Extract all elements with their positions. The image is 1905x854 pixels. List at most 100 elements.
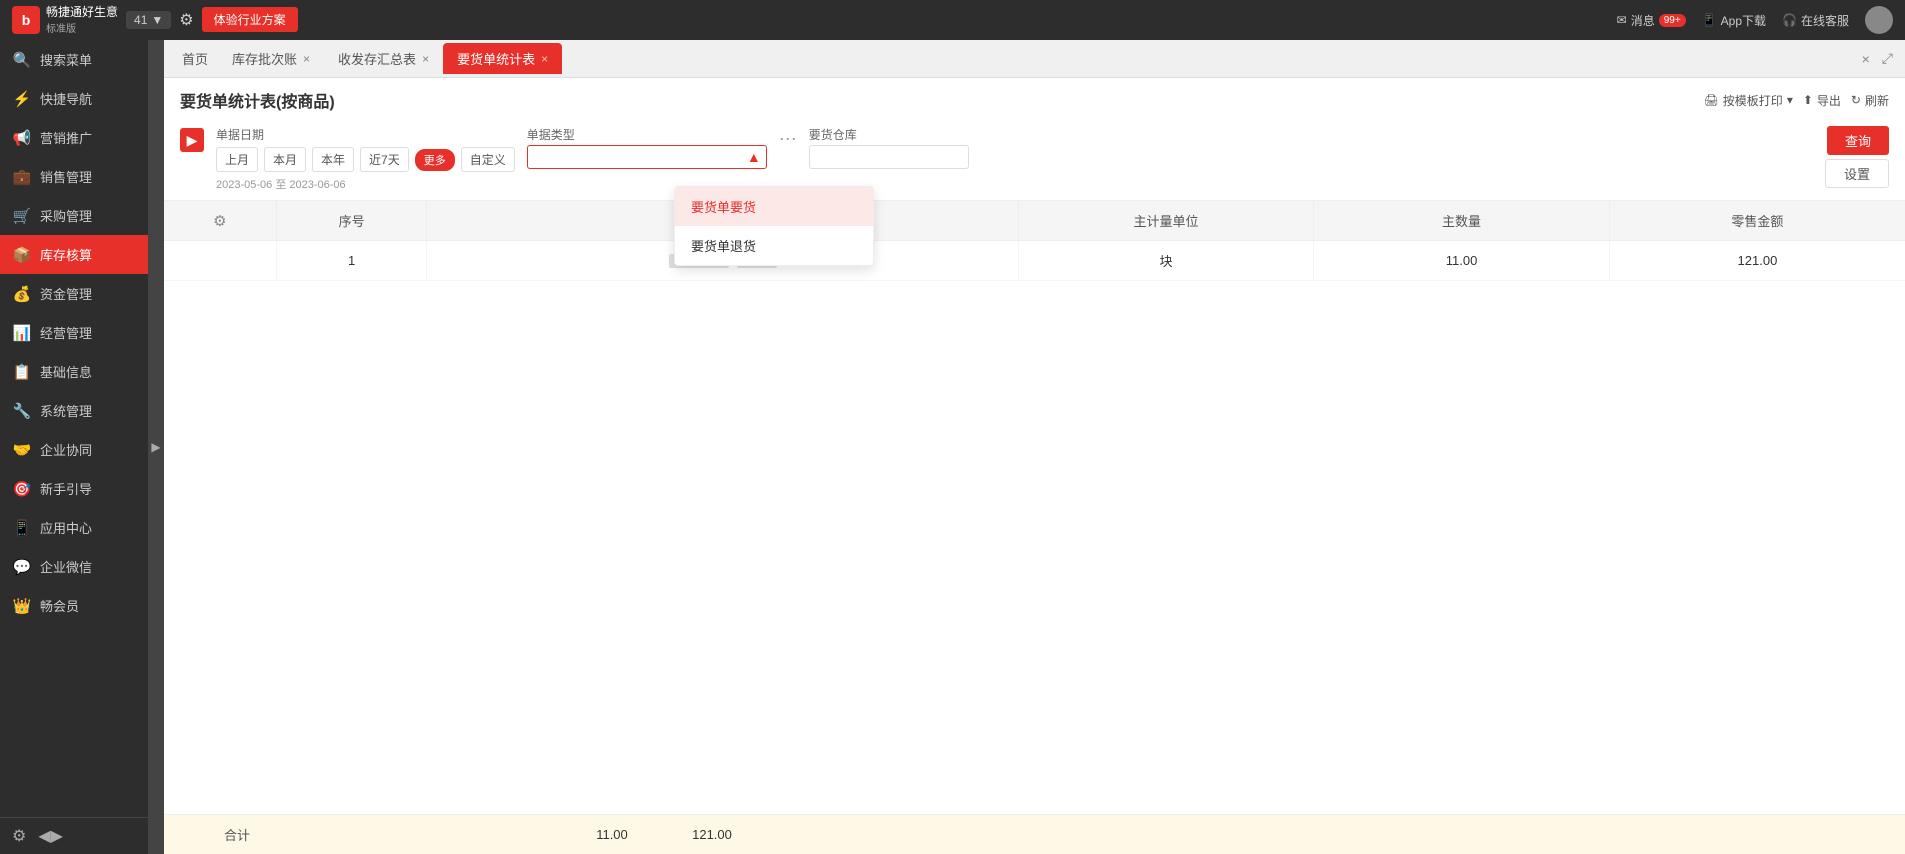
filter-settings-btn[interactable]: 设置 (1825, 159, 1889, 188)
sidebar-item-search[interactable]: 🔍 搜索菜单 (0, 40, 148, 79)
sidebar-nav: 🔍 搜索菜单 ⚡ 快捷导航 📢 营销推广 💼 销售管理 🛒 采购管理 📦 库存核… (0, 40, 148, 625)
purchase-icon: 🛒 (12, 207, 32, 225)
table-container: ⚙ 序号 商品 主计量单位 主数量 零售金额 1 (164, 201, 1905, 814)
td-index-0: 1 (276, 241, 427, 281)
sidebar-settings-icon[interactable]: ⚙ (12, 826, 26, 846)
th-amount: 零售金额 (1609, 201, 1905, 241)
table-row: 1 块 11.00 121.00 (164, 241, 1905, 281)
sidebar: 🔍 搜索菜单 ⚡ 快捷导航 📢 营销推广 💼 销售管理 🛒 采购管理 📦 库存核… (0, 40, 148, 854)
logo-area: b 畅捷通好生意 标准版 (12, 5, 118, 34)
sidebar-bottom: ⚙ ◀▶ (0, 817, 148, 854)
sidebar-item-label-basic-info: 基础信息 (40, 362, 92, 381)
filter-expand-btn[interactable]: ▶ (180, 128, 204, 152)
print-chevron-down-icon: ▾ (1787, 93, 1793, 107)
tab-order-summary[interactable]: 要货单统计表 × (443, 43, 562, 74)
sidebar-item-marketing[interactable]: 📢 营销推广 (0, 118, 148, 157)
tab-close-receivable[interactable]: × (422, 52, 429, 66)
tab-inventory-batch[interactable]: 库存批次账 × (218, 43, 324, 74)
sidebar-item-label-purchase: 采购管理 (40, 206, 92, 225)
doc-type-select-wrapper: ▲ (527, 145, 767, 169)
date-range-text: 2023-05-06 至 2023-06-06 (216, 176, 515, 192)
sidebar-item-member[interactable]: 👑 畅会员 (0, 586, 148, 625)
export-link[interactable]: ⬆ 导出 (1803, 92, 1841, 109)
finance-icon: 💰 (12, 285, 32, 303)
wechat-icon: 💬 (12, 558, 32, 576)
refresh-icon: ↻ (1851, 93, 1861, 107)
sidebar-item-label-quick-nav: 快捷导航 (40, 89, 92, 108)
filter-actions: 查询 设置 (1825, 126, 1889, 188)
warehouse-input[interactable] (809, 145, 969, 169)
date-filter-group: 单据日期 上月 本月 本年 近7天 更多 自定义 2023-05-06 至 20… (216, 126, 515, 192)
th-qty: 主数量 (1314, 201, 1610, 241)
inventory-icon: 📦 (12, 246, 32, 264)
tab-close-inventory-batch[interactable]: × (303, 52, 310, 66)
tab-home[interactable]: 首页 (172, 43, 218, 74)
table-header-row: ⚙ 序号 商品 主计量单位 主数量 零售金额 (164, 201, 1905, 241)
page-header: 要货单统计表(按商品) 🖨 按模板打印 ▾ ⬆ 导出 ↻ 刷新 (164, 78, 1905, 118)
warehouse-filter-group: 要货仓库 (809, 126, 969, 169)
td-qty-0: 11.00 (1314, 241, 1610, 281)
print-template-link[interactable]: 🖨 按模板打印 ▾ (1704, 92, 1793, 109)
refresh-link[interactable]: ↻ 刷新 (1851, 92, 1889, 109)
table-body: 1 块 11.00 121.00 (164, 241, 1905, 281)
sidebar-item-label-enterprise: 企业协同 (40, 440, 92, 459)
tab-bar: 首页 库存批次账 × 收发存汇总表 × 要货单统计表 × × ⤢ (164, 40, 1905, 78)
tab-close-order-summary[interactable]: × (541, 52, 548, 66)
more-date-btn[interactable]: 更多 (415, 149, 455, 171)
td-settings-0 (164, 241, 276, 281)
sidebar-item-app-center[interactable]: 📱 应用中心 (0, 508, 148, 547)
filter-more-btn[interactable]: ··· (779, 128, 797, 149)
sidebar-item-inventory[interactable]: 📦 库存核算 (0, 235, 148, 274)
sidebar-item-purchase[interactable]: 🛒 采购管理 (0, 196, 148, 235)
date-filter-row: 上月 本月 本年 近7天 更多 自定义 (216, 147, 515, 172)
system-icon: 🔧 (12, 402, 32, 420)
phone-icon: 📱 (1702, 13, 1717, 27)
sidebar-item-label-guide: 新手引导 (40, 479, 92, 498)
sidebar-item-wechat[interactable]: 💬 企业微信 (0, 547, 148, 586)
custom-date-btn[interactable]: 自定义 (461, 147, 515, 172)
sidebar-item-guide[interactable]: 🎯 新手引导 (0, 469, 148, 508)
page-title: 要货单统计表(按商品) (180, 88, 335, 112)
doc-type-arrow-icon[interactable]: ▲ (747, 149, 761, 165)
sidebar-item-basic-info[interactable]: 📋 基础信息 (0, 352, 148, 391)
th-index: 序号 (276, 201, 427, 241)
sidebar-item-quick-nav[interactable]: ⚡ 快捷导航 (0, 79, 148, 118)
doc-type-label: 单据类型 (527, 126, 767, 143)
app-download-item[interactable]: 📱 App下载 (1702, 12, 1766, 29)
td-unit-0: 块 (1018, 241, 1314, 281)
header-settings-icon[interactable]: ⚙ (179, 10, 193, 30)
sidebar-item-operations[interactable]: 📊 经营管理 (0, 313, 148, 352)
table-settings-icon[interactable]: ⚙ (213, 213, 226, 230)
last-month-btn[interactable]: 上月 (216, 147, 258, 172)
doc-type-input[interactable] (527, 145, 767, 169)
sidebar-item-enterprise[interactable]: 🤝 企业协同 (0, 430, 148, 469)
query-btn[interactable]: 查询 (1827, 126, 1889, 155)
close-all-tabs-btn[interactable]: × (1858, 48, 1874, 69)
company-dropdown[interactable]: 41 ▼ (126, 11, 171, 29)
sidebar-item-sales[interactable]: 💼 销售管理 (0, 157, 148, 196)
table-footer: 合计 11.00 121.00 (164, 814, 1905, 854)
th-unit: 主计量单位 (1018, 201, 1314, 241)
last-7-days-btn[interactable]: 近7天 (360, 147, 409, 172)
expand-tab-btn[interactable]: ⤢ (1878, 48, 1897, 69)
user-avatar[interactable] (1865, 6, 1893, 34)
sidebar-collapse-btn[interactable]: ▶ (148, 40, 164, 854)
message-item[interactable]: ✉ 消息 99+ (1617, 12, 1686, 29)
sidebar-item-finance[interactable]: 💰 资金管理 (0, 274, 148, 313)
dropdown-item-order-return[interactable]: 要货单退货 (675, 226, 873, 265)
page-actions: 🖨 按模板打印 ▾ ⬆ 导出 ↻ 刷新 (1704, 92, 1889, 109)
this-month-btn[interactable]: 本月 (264, 147, 306, 172)
member-icon: 👑 (12, 597, 32, 615)
sidebar-item-system[interactable]: 🔧 系统管理 (0, 391, 148, 430)
filter-bar: ▶ 单据日期 上月 本月 本年 近7天 更多 自定义 2023-05-06 至 … (164, 118, 1905, 201)
td-amount-0: 121.00 (1609, 241, 1905, 281)
print-icon: 🖨 (1704, 93, 1719, 107)
this-year-btn[interactable]: 本年 (312, 147, 354, 172)
sidebar-item-label-finance: 资金管理 (40, 284, 92, 303)
tab-receivable-summary[interactable]: 收发存汇总表 × (324, 43, 443, 74)
sidebar-collapse-icon[interactable]: ◀▶ (38, 826, 63, 846)
app-center-icon: 📱 (12, 519, 32, 537)
online-service-item[interactable]: 🎧 在线客服 (1782, 12, 1849, 29)
dropdown-item-order-goods[interactable]: 要货单要货 (675, 187, 873, 226)
industry-button[interactable]: 体验行业方案 (202, 7, 298, 32)
